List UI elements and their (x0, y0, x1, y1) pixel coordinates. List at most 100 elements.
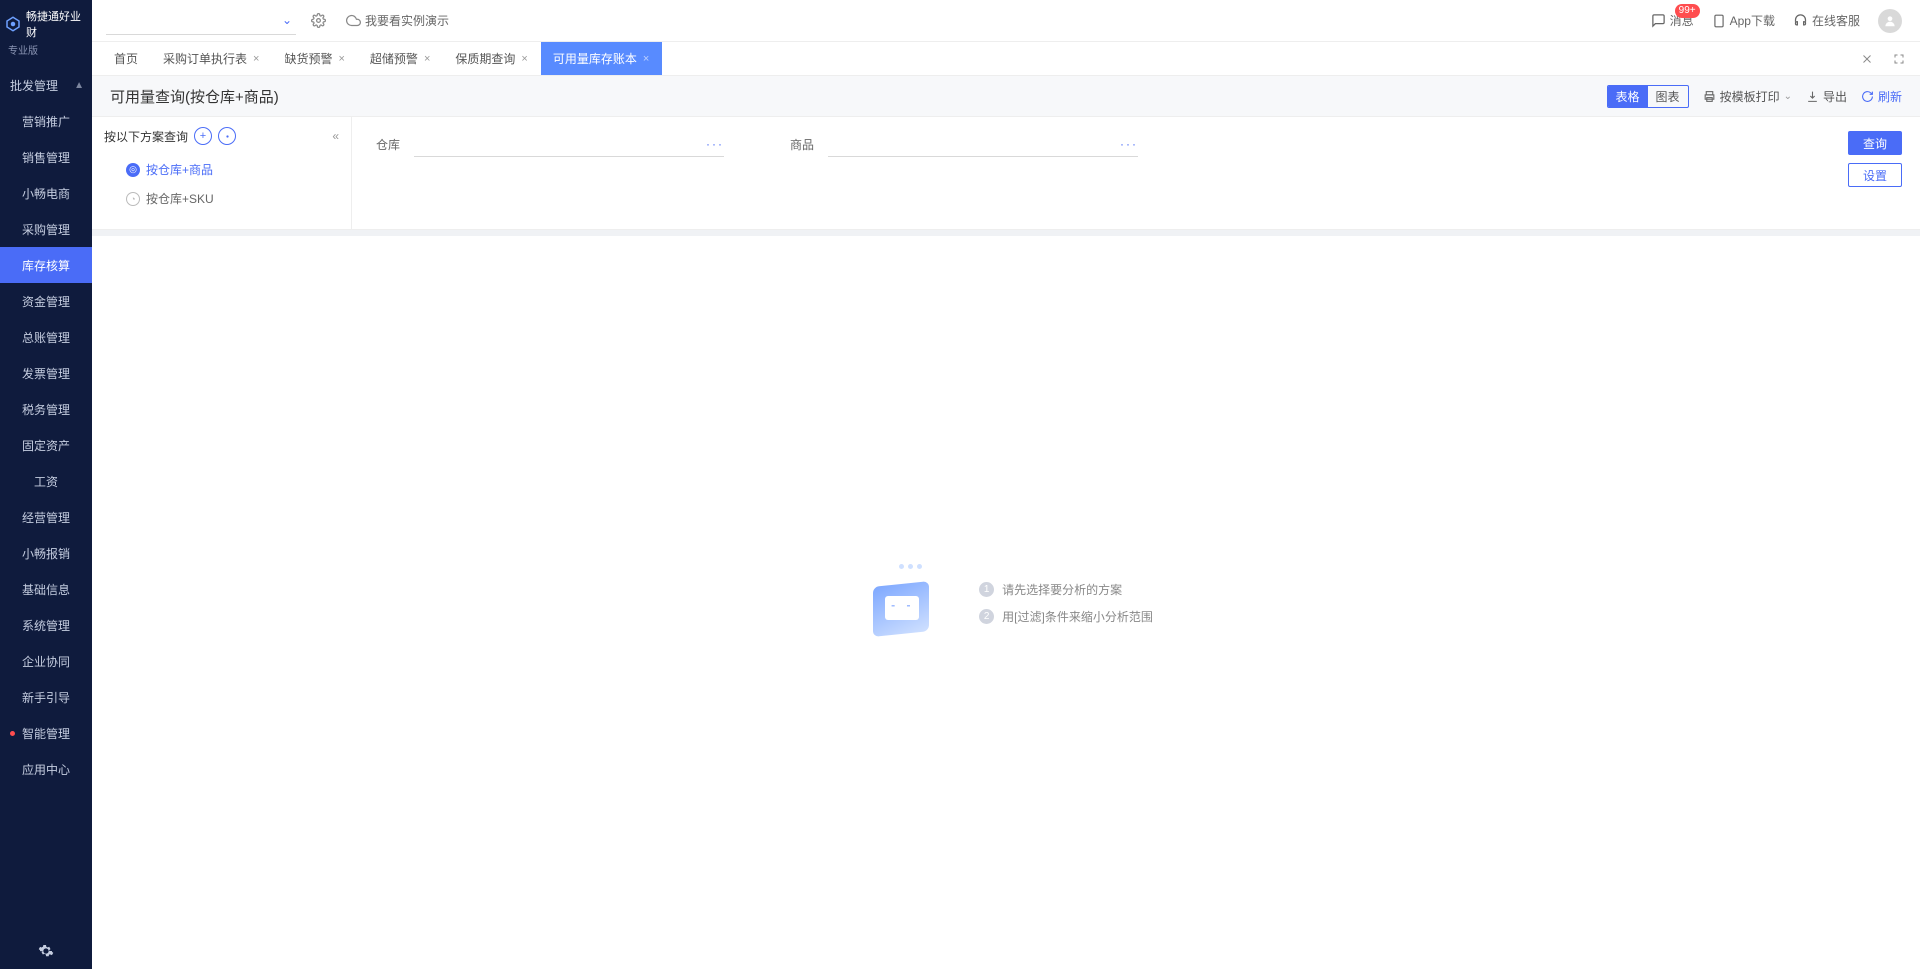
page-title: 可用量查询(按仓库+商品) (110, 86, 279, 107)
sidebar-item-label: 营销推广 (22, 113, 70, 130)
page-head: 可用量查询(按仓库+商品) 表格 图表 按模板打印 ⌄ 导出 刷新 (92, 76, 1920, 116)
close-icon[interactable]: × (424, 53, 430, 65)
step-text: 请先选择要分析的方案 (1002, 581, 1122, 598)
gear-icon (311, 13, 326, 28)
sidebar-item-label: 应用中心 (22, 761, 70, 778)
gear-icon (38, 943, 54, 959)
sidebar-item[interactable]: 应用中心 (0, 751, 92, 787)
tab[interactable]: 可用量库存账本 × (541, 42, 662, 75)
sidebar-item-label: 采购管理 (22, 221, 70, 238)
sidebar-parent[interactable]: 批发管理 ▲ (0, 67, 92, 103)
avatar (1878, 9, 1902, 33)
sidebar-item[interactable]: 新手引导 (0, 679, 92, 715)
tab[interactable]: 保质期查询 × (443, 42, 540, 75)
refresh-button[interactable]: 刷新 (1861, 88, 1902, 105)
scheme-head-label: 按以下方案查询 (104, 128, 188, 145)
sidebar-item-label: 税务管理 (22, 401, 70, 418)
clock-icon: ◔ (126, 192, 140, 206)
app-download-button[interactable]: App下载 (1712, 12, 1775, 29)
top-header: ⌄ 我要看实例演示 消息 99+ App下载 在线客服 (92, 0, 1920, 42)
step-number: 1 (979, 582, 994, 597)
scheme-item[interactable]: ◔ 按仓库+SKU (104, 184, 339, 213)
sidebar-item[interactable]: 企业协同 (0, 643, 92, 679)
add-scheme-button[interactable]: + (194, 127, 212, 145)
app-download-label: App下载 (1730, 12, 1775, 29)
demo-link-label: 我要看实例演示 (365, 12, 449, 29)
tab[interactable]: 首页 (102, 42, 151, 75)
tab[interactable]: 超储预警× (358, 42, 443, 75)
sidebar-item-label: 库存核算 (22, 257, 70, 274)
org-selector[interactable]: ⌄ (106, 7, 296, 35)
scheme-item-label: 按仓库+SKU (146, 190, 214, 207)
filter-product-label: 商品 (784, 136, 814, 153)
sidebar-item[interactable]: 基础信息 (0, 571, 92, 607)
filter-warehouse-input[interactable]: ··· (414, 131, 724, 157)
target-icon: ◎ (126, 163, 140, 177)
sidebar-item-label: 工资 (34, 473, 58, 490)
sidebar-item[interactable]: 销售管理 (0, 139, 92, 175)
close-icon[interactable]: × (643, 53, 649, 65)
sidebar-item-label: 新手引导 (22, 689, 70, 706)
sidebar-item[interactable]: 发票管理 (0, 355, 92, 391)
tab-label: 保质期查询 (455, 50, 515, 67)
scheme-settings-button[interactable] (218, 127, 236, 145)
tab-label: 首页 (114, 50, 138, 67)
sidebar-item[interactable]: 库存核算 (0, 247, 92, 283)
settings-button[interactable]: 设置 (1848, 163, 1902, 187)
sidebar-item[interactable]: 系统管理 (0, 607, 92, 643)
empty-illustration (859, 558, 949, 648)
collapse-scheme-button[interactable]: « (332, 129, 339, 143)
messages-button[interactable]: 消息 99+ (1651, 12, 1694, 29)
scheme-item[interactable]: ◎按仓库+商品 (104, 155, 339, 184)
close-all-tabs-button[interactable] (1856, 48, 1878, 70)
print-button[interactable]: 按模板打印 ⌄ (1703, 88, 1792, 105)
close-icon[interactable]: × (253, 53, 259, 65)
empty-step-2: 2 用[过滤]条件来缩小分析范围 (979, 608, 1153, 625)
sidebar-item[interactable]: 经营管理 (0, 499, 92, 535)
sidebar-item[interactable]: 税务管理 (0, 391, 92, 427)
user-icon (1883, 14, 1897, 28)
filter-product-input[interactable]: ··· (828, 131, 1138, 157)
tabs-bar: 首页采购订单执行表×缺货预警×超储预警× 保质期查询 × 可用量库存账本 × (92, 42, 1920, 76)
sidebar-item[interactable]: 智能管理 (0, 715, 92, 751)
export-button[interactable]: 导出 (1806, 88, 1847, 105)
tab[interactable]: 采购订单执行表× (151, 42, 272, 75)
sidebar-item[interactable]: 小畅电商 (0, 175, 92, 211)
sidebar-item[interactable]: 总账管理 (0, 319, 92, 355)
messages-badge: 99+ (1675, 4, 1700, 18)
sidebar-item-label: 小畅报销 (22, 545, 70, 562)
org-settings-button[interactable] (306, 9, 330, 33)
sidebar-item[interactable]: 固定资产 (0, 427, 92, 463)
close-icon[interactable]: × (521, 53, 527, 65)
empty-step-1: 1 请先选择要分析的方案 (979, 581, 1153, 598)
sidebar-menu: 批发管理 ▲ 营销推广销售管理小畅电商采购管理库存核算资金管理总账管理发票管理税… (0, 67, 92, 933)
tab-label: 可用量库存账本 (553, 50, 637, 67)
close-icon[interactable]: × (338, 53, 344, 65)
cloud-icon (346, 13, 361, 28)
expand-icon (1893, 53, 1905, 65)
tab[interactable]: 缺货预警× (272, 42, 357, 75)
sidebar-settings[interactable] (0, 933, 92, 969)
view-toggle-chart[interactable]: 图表 (1648, 86, 1688, 107)
chevron-up-icon: ▲ (74, 80, 84, 91)
chevron-down-icon: ⌄ (282, 13, 292, 27)
logo-icon (4, 15, 22, 33)
close-icon (1861, 53, 1873, 65)
demo-link[interactable]: 我要看实例演示 (346, 12, 449, 29)
support-button[interactable]: 在线客服 (1793, 12, 1860, 29)
sidebar-item-label: 系统管理 (22, 617, 70, 634)
sidebar-item[interactable]: 工资 (0, 463, 92, 499)
phone-icon (1712, 14, 1726, 28)
sidebar-item-label: 总账管理 (22, 329, 70, 346)
query-button[interactable]: 查询 (1848, 131, 1902, 155)
sidebar-item[interactable]: 小畅报销 (0, 535, 92, 571)
refresh-icon (1861, 90, 1874, 103)
sidebar-item[interactable]: 营销推广 (0, 103, 92, 139)
gear-icon (223, 132, 232, 141)
fullscreen-button[interactable] (1888, 48, 1910, 70)
view-toggle-table[interactable]: 表格 (1608, 86, 1648, 107)
user-menu[interactable] (1878, 9, 1906, 33)
sidebar-item[interactable]: 资金管理 (0, 283, 92, 319)
sidebar-item[interactable]: 采购管理 (0, 211, 92, 247)
brand-logo: 畅捷通好业财 (0, 0, 92, 42)
